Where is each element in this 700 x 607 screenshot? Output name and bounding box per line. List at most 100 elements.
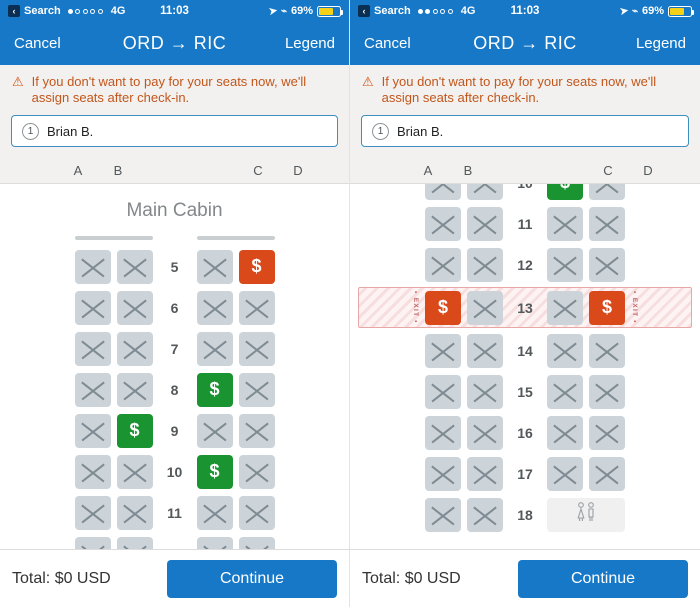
- unavailable-seat: [116, 290, 153, 325]
- status-bar-right: ➤ ⌁ 69%: [618, 4, 694, 18]
- seat-row-number: 17: [517, 465, 533, 482]
- seat-row: 7: [0, 328, 349, 369]
- available-paid-seat[interactable]: $: [196, 372, 233, 407]
- column-header-b: B: [463, 163, 473, 178]
- available-paid-seat[interactable]: $: [196, 454, 233, 489]
- passenger-number-badge: 1: [22, 122, 39, 140]
- unavailable-seat: [467, 497, 503, 532]
- unavailable-seat: [467, 184, 503, 200]
- unavailable-seat: [238, 495, 275, 530]
- cabin-title: Main Cabin: [126, 200, 223, 221]
- unavailable-seat: [425, 184, 461, 200]
- divider-bar-right: [196, 236, 275, 240]
- battery-percent: 69%: [290, 5, 313, 17]
- seat-row: 11: [350, 203, 700, 244]
- column-header-a: A: [73, 163, 83, 178]
- unavailable-seat: [238, 413, 275, 448]
- status-bar-left: ‹ Search 4G: [358, 5, 475, 17]
- seat-assignment-warning: ⚠ If you don't want to pay for your seats…: [0, 65, 349, 115]
- seat-map-scroll[interactable]: Main Cabin5$678$$910$1112: [0, 184, 349, 549]
- unavailable-seat: [74, 249, 111, 284]
- warning-text: If you don't want to pay for your seats …: [381, 74, 657, 105]
- unavailable-seat: [196, 495, 233, 530]
- cancel-button[interactable]: Cancel: [364, 35, 411, 52]
- warning-text: If you don't want to pay for your seats …: [31, 74, 307, 105]
- status-back-label[interactable]: Search: [374, 5, 411, 17]
- unavailable-seat: [74, 331, 111, 366]
- seat-row-number: 13: [517, 299, 533, 316]
- unavailable-seat: [467, 247, 503, 282]
- status-bar-right: ➤ ⌁ 69%: [268, 5, 343, 17]
- battery-fill: [670, 7, 684, 15]
- unavailable-seat: [467, 456, 503, 491]
- seat-assignment-warning: ⚠ If you don't want to pay for your seats…: [350, 65, 700, 115]
- signal-strength-dots: [67, 8, 103, 14]
- unavailable-seat: [238, 372, 275, 407]
- seat-row-number: 14: [517, 342, 533, 359]
- cabin-divider-bars: [0, 232, 349, 246]
- exit-label-left: EXIT: [409, 291, 422, 324]
- signal-dot: [425, 8, 431, 14]
- chevron-left-icon[interactable]: ‹: [8, 5, 20, 17]
- premium-seat[interactable]: $: [238, 249, 275, 284]
- passenger-number-badge: 1: [372, 122, 389, 140]
- unavailable-seat: [238, 536, 275, 549]
- passenger-selector[interactable]: 1 Brian B.: [361, 115, 689, 147]
- unavailable-seat: [589, 333, 625, 368]
- legend-button[interactable]: Legend: [636, 35, 686, 52]
- seat-row: 14: [350, 330, 700, 371]
- seat-row: 12: [0, 533, 349, 549]
- seat-map-scroll[interactable]: 10$1112EXIT$13$EXIT1415161718: [350, 184, 700, 549]
- unavailable-seat: [547, 290, 583, 325]
- battery-icon: [668, 5, 694, 17]
- seat-row-number: 9: [170, 422, 179, 439]
- carrier-label: 4G: [460, 5, 476, 17]
- unavailable-seat: [74, 495, 111, 530]
- unavailable-seat: [467, 290, 503, 325]
- carrier-label: 4G: [110, 5, 126, 17]
- cancel-button[interactable]: Cancel: [14, 35, 61, 52]
- seat-row: 18: [350, 494, 700, 535]
- continue-button[interactable]: Continue: [167, 559, 337, 598]
- seat-row-number: 5: [170, 258, 179, 275]
- signal-dot: [417, 8, 423, 14]
- available-paid-seat[interactable]: $: [547, 184, 583, 200]
- seat-column-headers: A B C D: [350, 158, 700, 184]
- location-arrow-icon: ➤: [618, 4, 629, 18]
- unavailable-seat: [547, 415, 583, 450]
- unavailable-seat: [467, 374, 503, 409]
- seat-row-number: 16: [517, 424, 533, 441]
- seat-map: 10$1112EXIT$13$EXIT1415161718: [350, 184, 700, 535]
- seat-row: 17: [350, 453, 700, 494]
- available-paid-seat[interactable]: $: [116, 413, 153, 448]
- unavailable-seat: [196, 536, 233, 549]
- premium-seat[interactable]: $: [589, 290, 625, 325]
- legend-button[interactable]: Legend: [285, 35, 335, 52]
- seat-row: 10 $: [0, 451, 349, 492]
- unavailable-seat: [425, 497, 461, 532]
- unavailable-seat: [196, 413, 233, 448]
- status-bar-left: ‹ Search 4G: [8, 5, 125, 17]
- unavailable-seat: [425, 333, 461, 368]
- unavailable-seat: [196, 290, 233, 325]
- chevron-left-icon[interactable]: ‹: [358, 5, 370, 17]
- bluetooth-icon: ⌁: [280, 5, 287, 17]
- seat-row: 6: [0, 287, 349, 328]
- passenger-selector[interactable]: 1 Brian B.: [11, 115, 338, 147]
- signal-dot: [97, 8, 103, 14]
- nav-bar: Cancel ORD → RIC Legend: [350, 22, 700, 65]
- unavailable-seat: [74, 290, 111, 325]
- unavailable-seat: [74, 454, 111, 489]
- unavailable-seat: [238, 290, 275, 325]
- unavailable-seat: [116, 372, 153, 407]
- continue-button[interactable]: Continue: [518, 559, 688, 598]
- total-price: Total: $0 USD: [362, 569, 461, 587]
- unavailable-seat: [74, 413, 111, 448]
- lavatory-seat-block: [547, 497, 625, 532]
- seat-row-number: 12: [517, 256, 533, 273]
- seat-row-number: 11: [167, 504, 182, 521]
- premium-seat[interactable]: $: [425, 290, 461, 325]
- status-back-label[interactable]: Search: [24, 5, 61, 17]
- seat-row: 8 $: [0, 369, 349, 410]
- signal-dot: [447, 8, 453, 14]
